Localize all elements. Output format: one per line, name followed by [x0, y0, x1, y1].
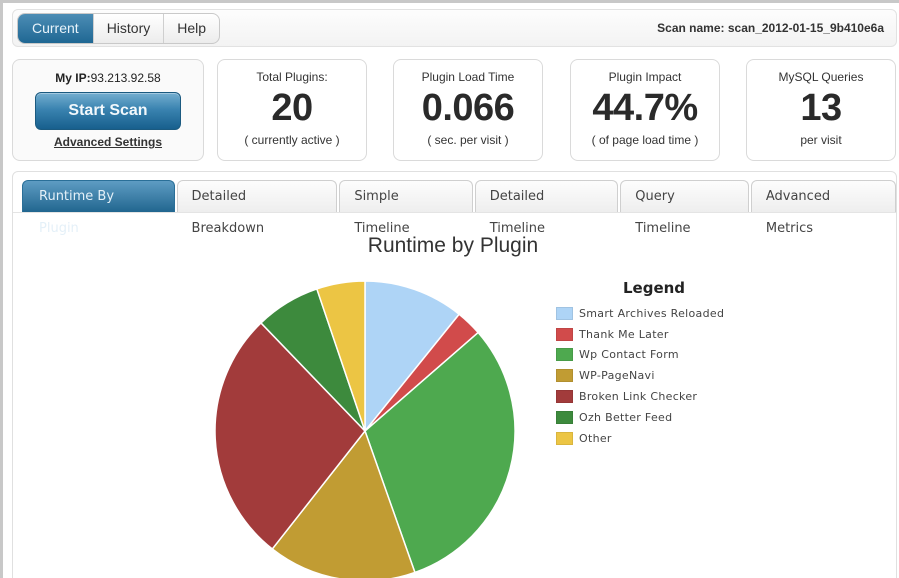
nav-tab-current[interactable]: Current — [18, 14, 94, 43]
legend-item: Broken Link Checker — [556, 386, 776, 407]
legend-label: Ozh Better Feed — [579, 410, 673, 424]
legend-label: Other — [579, 431, 612, 445]
scan-name-value: scan_2012-01-15_9b410e6a — [727, 21, 884, 35]
stat-label: Plugin Load Time — [421, 70, 515, 84]
legend-item: WP-PageNavi — [556, 365, 776, 386]
stat-card-load-time: Plugin Load Time 0.066 ( sec. per visit … — [393, 59, 543, 161]
legend-swatch — [556, 348, 573, 362]
legend-swatch — [556, 431, 573, 445]
nav-tab-history[interactable]: History — [94, 14, 165, 43]
nav-tab-help[interactable]: Help — [164, 14, 219, 43]
scan-name-label: Scan name: — [657, 21, 725, 35]
stat-card-plugin-impact: Plugin Impact 44.7% ( of page load time … — [570, 59, 720, 161]
stat-sub: ( currently active ) — [244, 133, 340, 147]
top-bar: Current History Help Scan name: scan_201… — [12, 9, 897, 47]
legend-item: Ozh Better Feed — [556, 407, 776, 428]
legend-swatch — [556, 410, 573, 424]
legend-swatch — [556, 369, 573, 383]
stat-card-total-plugins: Total Plugins: 20 ( currently active ) — [217, 59, 367, 161]
legend-swatch — [556, 306, 573, 320]
stat-label: Plugin Impact — [608, 70, 682, 84]
stat-card-mysql-queries: MySQL Queries 13 per visit — [746, 59, 896, 161]
advanced-settings-link[interactable]: Advanced Settings — [54, 135, 162, 149]
legend-label: Broken Link Checker — [579, 390, 698, 404]
scan-control-card: My IP:93.213.92.58 Start Scan Advanced S… — [12, 59, 204, 161]
stat-sub: ( of page load time ) — [591, 133, 699, 147]
stat-label: Total Plugins: — [256, 70, 328, 84]
legend-item: Thank Me Later — [556, 324, 776, 345]
legend-title: Legend — [622, 279, 686, 297]
legend-item: Other — [556, 428, 776, 449]
stat-value: 13 — [800, 87, 842, 129]
legend-label: Wp Contact Form — [579, 348, 679, 362]
legend-item: Smart Archives Reloaded — [556, 303, 776, 324]
my-ip: My IP:93.213.92.58 — [13, 71, 203, 85]
chart-legend: Legend Smart Archives Reloaded Thank Me L… — [556, 279, 776, 449]
legend-swatch — [556, 390, 573, 404]
stat-sub: per visit — [800, 133, 842, 147]
legend-swatch — [556, 327, 573, 341]
stat-value: 0.066 — [421, 87, 515, 129]
stat-value: 20 — [271, 87, 313, 129]
main-nav: Current History Help — [17, 13, 221, 44]
legend-label: Thank Me Later — [579, 327, 669, 341]
report-panel: Runtime By Plugin Detailed Breakdown Sim… — [12, 171, 897, 578]
stat-value: 44.7% — [592, 87, 698, 129]
stat-sub: ( sec. per visit ) — [427, 133, 509, 147]
legend-label: WP-PageNavi — [579, 369, 655, 383]
legend-label: Smart Archives Reloaded — [579, 306, 725, 320]
legend-item: Wp Contact Form — [556, 345, 776, 366]
ip-label: My IP: — [55, 71, 91, 85]
app-frame: Current History Help Scan name: scan_201… — [0, 0, 899, 578]
scan-name: Scan name: scan_2012-01-15_9b410e6a — [657, 21, 884, 35]
stat-label: MySQL Queries — [778, 70, 864, 84]
ip-value: 93.213.92.58 — [90, 71, 161, 85]
start-scan-button[interactable]: Start Scan — [35, 92, 181, 130]
